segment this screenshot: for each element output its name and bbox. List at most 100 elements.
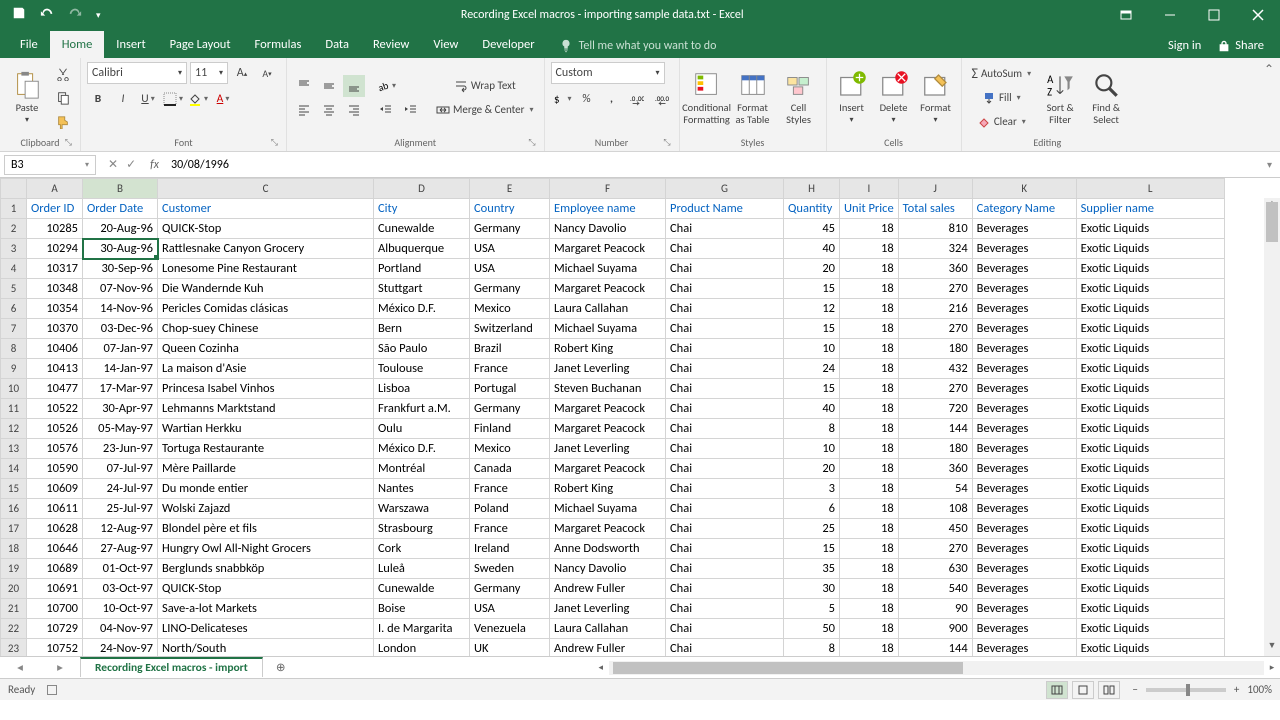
cell[interactable]: 20 — [784, 459, 840, 479]
cell[interactable]: Total sales — [898, 199, 972, 219]
cell[interactable]: Chai — [666, 579, 784, 599]
cell[interactable]: Chai — [666, 339, 784, 359]
expand-formula-icon[interactable]: ▾ — [1259, 158, 1280, 171]
column-header[interactable]: F — [550, 179, 666, 199]
select-all-button[interactable] — [1, 179, 27, 199]
align-center-button[interactable] — [318, 99, 340, 121]
share-button[interactable]: Share — [1217, 38, 1264, 53]
cell[interactable]: 18 — [840, 499, 899, 519]
cell[interactable]: Margaret Peacock — [550, 459, 666, 479]
cell[interactable]: 18 — [840, 299, 899, 319]
cell[interactable]: 10477 — [27, 379, 83, 399]
cell[interactable]: Exotic Liquids — [1076, 479, 1224, 499]
sort-filter-button[interactable]: AZSort & Filter — [1039, 64, 1081, 132]
cell[interactable]: Exotic Liquids — [1076, 279, 1224, 299]
row-header[interactable]: 16 — [1, 499, 27, 519]
cell[interactable]: Exotic Liquids — [1076, 559, 1224, 579]
cell[interactable]: 10609 — [27, 479, 83, 499]
cell[interactable]: Cork — [374, 539, 470, 559]
cell[interactable]: Germany — [470, 219, 550, 239]
cell[interactable]: Supplier name — [1076, 199, 1224, 219]
cell[interactable]: QUICK-Stop — [158, 579, 374, 599]
decrease-indent-button[interactable] — [375, 99, 397, 121]
cell[interactable]: 40 — [784, 399, 840, 419]
clear-button[interactable]: Clear — [968, 111, 1036, 133]
cell[interactable]: 15 — [784, 539, 840, 559]
font-color-button[interactable]: A — [212, 88, 234, 110]
cell[interactable]: 8 — [784, 419, 840, 439]
row-header[interactable]: 2 — [1, 219, 27, 239]
row-header[interactable]: 1 — [1, 199, 27, 219]
cell[interactable]: 10406 — [27, 339, 83, 359]
row-header[interactable]: 4 — [1, 259, 27, 279]
cell[interactable]: Andrew Fuller — [550, 579, 666, 599]
cell[interactable]: Chai — [666, 399, 784, 419]
cell[interactable]: Die Wandernde Kuh — [158, 279, 374, 299]
cell[interactable]: Pericles Comidas clásicas — [158, 299, 374, 319]
cell[interactable]: Beverages — [972, 579, 1076, 599]
row-header[interactable]: 23 — [1, 639, 27, 657]
cell[interactable]: Beverages — [972, 239, 1076, 259]
accounting-format-button[interactable]: $ — [551, 88, 573, 110]
cell[interactable]: 12 — [784, 299, 840, 319]
cell[interactable]: 07-Jan-97 — [83, 339, 158, 359]
scroll-left-icon[interactable]: ◂ — [593, 662, 609, 673]
cell[interactable]: 17-Mar-97 — [83, 379, 158, 399]
zoom-in-button[interactable]: + — [1234, 683, 1239, 696]
scroll-right-icon[interactable]: ▸ — [1264, 662, 1280, 673]
cell[interactable]: Exotic Liquids — [1076, 439, 1224, 459]
insert-cells-button[interactable]: Insert▾ — [833, 64, 871, 132]
scroll-down-icon[interactable]: ▼ — [1264, 640, 1280, 656]
cell[interactable]: 07-Jul-97 — [83, 459, 158, 479]
dialog-launcher-icon[interactable]: ⤡ — [528, 137, 535, 148]
comma-button[interactable]: , — [601, 88, 623, 110]
column-header[interactable]: I — [840, 179, 899, 199]
cell[interactable]: 15 — [784, 279, 840, 299]
cell[interactable]: 270 — [898, 379, 972, 399]
cell[interactable]: 18 — [840, 479, 899, 499]
cell[interactable]: 10628 — [27, 519, 83, 539]
cell[interactable]: 10752 — [27, 639, 83, 657]
cell[interactable]: Lonesome Pine Restaurant — [158, 259, 374, 279]
find-select-button[interactable]: Find & Select — [1085, 64, 1127, 132]
cell[interactable]: Category Name — [972, 199, 1076, 219]
cell[interactable]: 900 — [898, 619, 972, 639]
cell[interactable]: Cunewalde — [374, 219, 470, 239]
cell[interactable]: Finland — [470, 419, 550, 439]
cell[interactable]: Chai — [666, 499, 784, 519]
column-header[interactable]: E — [470, 179, 550, 199]
cell[interactable]: North/South — [158, 639, 374, 657]
cell[interactable]: Exotic Liquids — [1076, 619, 1224, 639]
cell[interactable]: 27-Aug-97 — [83, 539, 158, 559]
cell[interactable]: 24-Nov-97 — [83, 639, 158, 657]
cell[interactable]: 18 — [840, 439, 899, 459]
cell[interactable]: Quantity — [784, 199, 840, 219]
dialog-launcher-icon[interactable]: ⤡ — [271, 137, 278, 148]
cell[interactable]: Beverages — [972, 399, 1076, 419]
cell[interactable]: 10413 — [27, 359, 83, 379]
cell[interactable]: Mère Paillarde — [158, 459, 374, 479]
cell[interactable]: 720 — [898, 399, 972, 419]
cell[interactable]: Brazil — [470, 339, 550, 359]
cell[interactable]: Wolski Zajazd — [158, 499, 374, 519]
cell[interactable]: 90 — [898, 599, 972, 619]
cell[interactable]: Du monde entier — [158, 479, 374, 499]
cell[interactable]: 3 — [784, 479, 840, 499]
cell[interactable]: Oulu — [374, 419, 470, 439]
row-header[interactable]: 15 — [1, 479, 27, 499]
cell[interactable]: Rattlesnake Canyon Grocery — [158, 239, 374, 259]
paste-button[interactable]: Paste ▾ — [6, 64, 48, 132]
increase-indent-button[interactable] — [400, 99, 422, 121]
row-header[interactable]: 6 — [1, 299, 27, 319]
sheet-prev-icon[interactable]: ◂ — [17, 660, 23, 675]
cell[interactable]: USA — [470, 259, 550, 279]
cell[interactable]: Product Name — [666, 199, 784, 219]
cell[interactable]: 10 — [784, 439, 840, 459]
cell[interactable]: Margaret Peacock — [550, 279, 666, 299]
cell[interactable]: Stuttgart — [374, 279, 470, 299]
cell[interactable]: Exotic Liquids — [1076, 599, 1224, 619]
cell[interactable]: 25 — [784, 519, 840, 539]
cell[interactable]: 18 — [840, 459, 899, 479]
cell[interactable]: Germany — [470, 399, 550, 419]
cell[interactable]: 10294 — [27, 239, 83, 259]
